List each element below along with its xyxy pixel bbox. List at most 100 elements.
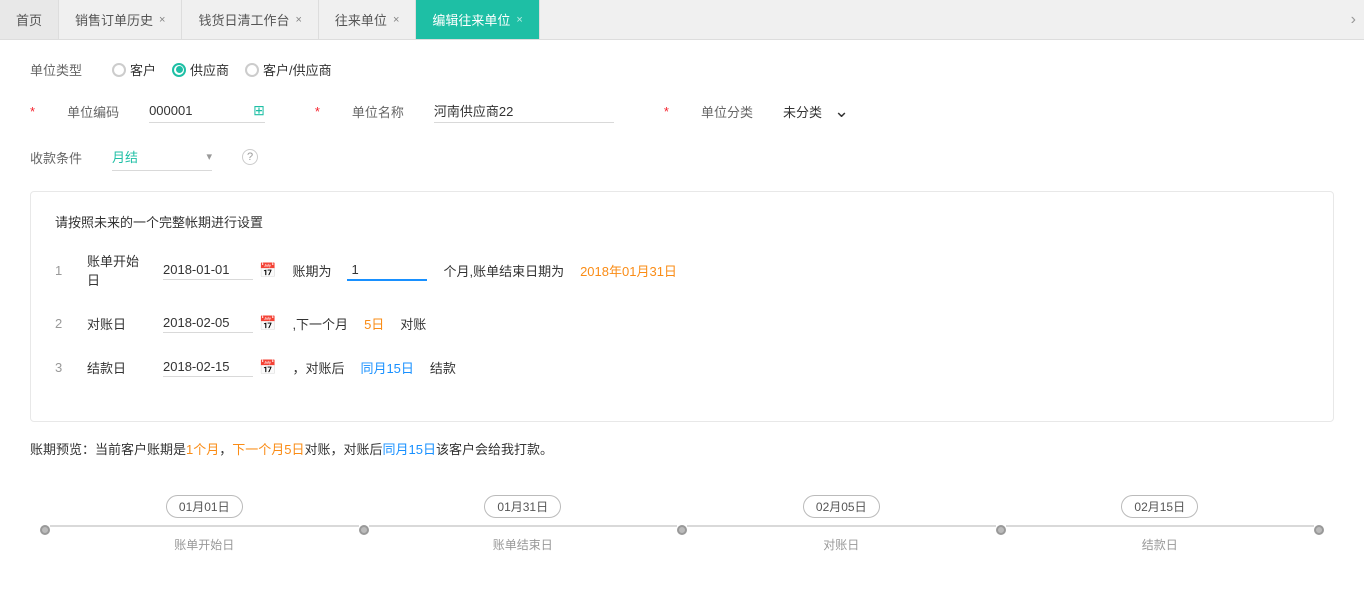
payment-terms-value: 月结 [112, 147, 202, 166]
radio-customer-supplier[interactable]: 客户/供应商 [245, 60, 332, 79]
period-calendar-icon-2[interactable]: 📅 [259, 315, 276, 332]
period-field-label-1: 账单开始日 [87, 251, 147, 289]
period-date-field-2: 📅 [163, 313, 276, 333]
timeline-label-3: 对账日 [823, 536, 859, 553]
tab-partner-units-close[interactable]: × [393, 14, 399, 26]
period-date-field-3: 📅 [163, 357, 276, 377]
period-title: 请按照未来的一个完整帐期进行设置 [55, 212, 1309, 231]
preview-middle: 对账，对账后 [305, 442, 383, 457]
timeline-dot-4 [996, 525, 1006, 535]
timeline-badge-2: 01月31日 [484, 495, 561, 518]
period-calendar-icon-1[interactable]: 📅 [259, 262, 276, 279]
unit-category-select[interactable]: 未分类 ⌄ [783, 101, 849, 122]
period-settings-box: 请按照未来的一个完整帐期进行设置 1 账单开始日 📅 账期为 个月,账单结束日期… [30, 191, 1334, 422]
period-desc-2c: 对账 [400, 314, 426, 333]
tabs-bar: 首页 销售订单历史 × 钱货日清工作台 × 往来单位 × 编辑往来单位 × › [0, 0, 1364, 40]
preview-part3: 同月15日 [383, 442, 436, 457]
tab-partner-units-label: 往来单位 [335, 10, 387, 29]
period-desc-2a: ,下一个月 [292, 314, 348, 333]
unit-type-label: 单位类型 [30, 60, 82, 79]
period-date-field-1: 📅 [163, 260, 276, 280]
preview-text: 账期预览：当前客户账期是1个月，下一个月5日对账，对账后同月15日该客户会给我打… [30, 438, 1334, 461]
period-calendar-icon-3[interactable]: 📅 [259, 359, 276, 376]
payment-terms-select[interactable]: 月结 ▾ [112, 143, 212, 171]
unit-category-value: 未分类 [783, 102, 822, 121]
unit-type-radio-group: 客户 供应商 客户/供应商 [112, 60, 332, 79]
period-num-3: 3 [55, 360, 71, 375]
period-date-input-1[interactable] [163, 260, 253, 280]
radio-customer-label: 客户 [130, 60, 156, 79]
preview-part2: 下一个月5日 [232, 442, 304, 457]
unit-type-row: 单位类型 客户 供应商 客户/供应商 [30, 60, 1334, 79]
months-input[interactable] [347, 260, 427, 281]
timeline-dot-start [40, 525, 50, 535]
timeline-badge-4: 02月15日 [1121, 495, 1198, 518]
timeline-label-2: 账单结束日 [493, 536, 553, 553]
timeline-line-4 [1006, 525, 1315, 527]
preview-suffix: 该客户会给我打款。 [436, 442, 553, 457]
unit-category-label: 单位分类 [701, 102, 753, 121]
period-field-label-3: 结款日 [87, 358, 147, 377]
unit-code-field: ⊞ [149, 99, 265, 123]
unit-code-input[interactable] [149, 99, 249, 122]
period-desc-3b: 同月15日 [360, 358, 413, 377]
tab-sales-history-label: 销售订单历史 [75, 10, 153, 29]
unit-category-arrow: ⌄ [834, 101, 849, 122]
period-date-input-3[interactable] [163, 357, 253, 377]
tabs-scroll-arrow[interactable]: › [1343, 0, 1364, 39]
tab-home[interactable]: 首页 [0, 0, 59, 39]
unit-category-required: * [664, 104, 669, 119]
timeline-badge-1: 01月01日 [166, 495, 243, 518]
radio-supplier-circle [172, 63, 186, 77]
tab-cash-work-close[interactable]: × [295, 14, 301, 26]
period-num-1: 1 [55, 263, 71, 278]
period-desc-suffix-1: 个月,账单结束日期为 [443, 261, 564, 280]
period-end-date-1: 2018年01月31日 [580, 261, 677, 280]
tab-home-label: 首页 [16, 10, 42, 29]
payment-terms-row: 收款条件 月结 ▾ ? [30, 143, 1334, 171]
radio-customer-supplier-label: 客户/供应商 [263, 60, 332, 79]
unit-name-label: 单位名称 [352, 102, 404, 121]
unit-name-required: * [315, 104, 320, 119]
preview-part1: 1个月 [186, 442, 219, 457]
timeline-dot-2 [359, 525, 369, 535]
radio-customer-supplier-circle [245, 63, 259, 77]
tab-edit-partner-close[interactable]: × [516, 14, 522, 26]
preview-comma: ， [219, 442, 232, 457]
tab-sales-history[interactable]: 销售订单历史 × [59, 0, 182, 39]
timeline-label-1: 账单开始日 [174, 536, 234, 553]
tab-edit-partner[interactable]: 编辑往来单位 × [416, 0, 539, 39]
timeline-badge-3: 02月05日 [803, 495, 880, 518]
period-num-2: 2 [55, 316, 71, 331]
period-desc-3a: ，对账后 [292, 358, 344, 377]
period-desc-3c: 结款 [430, 358, 456, 377]
preview-prefix: 账期预览：当前客户账期是 [30, 442, 186, 457]
unit-code-label: 单位编码 [67, 102, 119, 121]
radio-supplier-label: 供应商 [190, 60, 229, 79]
timeline-dot-3 [677, 525, 687, 535]
period-date-input-2[interactable] [163, 313, 253, 333]
payment-terms-label: 收款条件 [30, 148, 82, 167]
tab-edit-partner-label: 编辑往来单位 [432, 10, 510, 29]
radio-customer-circle [112, 63, 126, 77]
unit-info-row: * 单位编码 ⊞ * 单位名称 * 单位分类 未分类 ⌄ [30, 99, 1334, 123]
timeline-label-4: 结款日 [1142, 536, 1178, 553]
main-content: 单位类型 客户 供应商 客户/供应商 * 单位编码 ⊞ * 单位名称 * [0, 40, 1364, 608]
timeline-line-2 [369, 525, 678, 527]
period-row-2: 2 对账日 📅 ,下一个月5日对账 [55, 313, 1309, 333]
radio-customer[interactable]: 客户 [112, 60, 156, 79]
payment-terms-help-icon[interactable]: ? [242, 149, 258, 165]
tab-cash-work[interactable]: 钱货日清工作台 × [182, 0, 318, 39]
tab-cash-work-label: 钱货日清工作台 [198, 10, 289, 29]
unit-name-input[interactable] [434, 99, 614, 123]
timeline-line-3 [687, 525, 996, 527]
unit-code-icon[interactable]: ⊞ [253, 102, 265, 119]
period-desc-prefix-1: 账期为 [292, 261, 331, 280]
period-row-3: 3 结款日 📅 ，对账后同月15日结款 [55, 357, 1309, 377]
period-row-1: 1 账单开始日 📅 账期为 个月,账单结束日期为 2018年01月31日 [55, 251, 1309, 289]
tab-partner-units[interactable]: 往来单位 × [319, 0, 416, 39]
period-desc-2b: 5日 [364, 314, 384, 333]
timeline-line-1 [50, 525, 359, 527]
radio-supplier[interactable]: 供应商 [172, 60, 229, 79]
tab-sales-history-close[interactable]: × [159, 14, 165, 26]
